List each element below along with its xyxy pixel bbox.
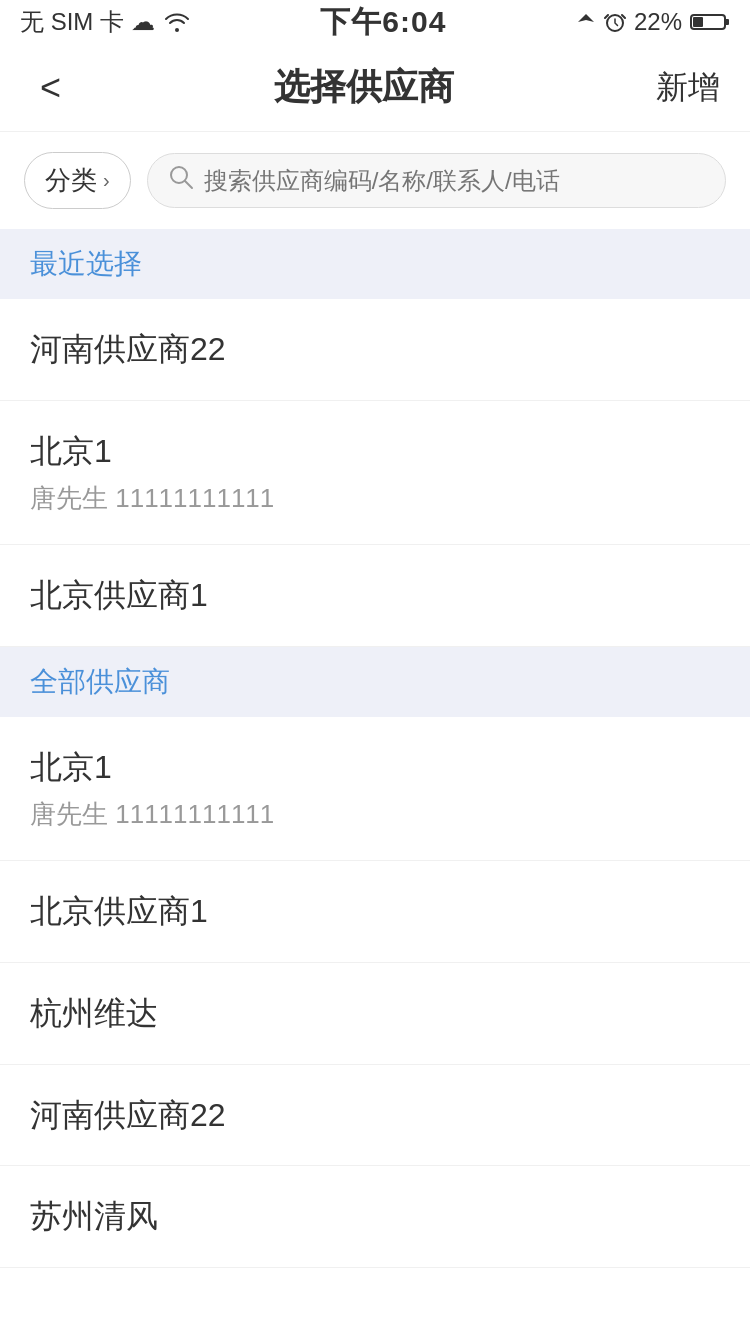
category-label: 分类 bbox=[45, 163, 97, 198]
search-box bbox=[147, 153, 726, 208]
svg-rect-2 bbox=[693, 17, 703, 27]
svg-rect-3 bbox=[725, 19, 729, 25]
list-item[interactable]: 河南供应商22 bbox=[0, 299, 750, 401]
list-item[interactable]: 北京供应商1 bbox=[0, 861, 750, 963]
status-right: 22% bbox=[576, 8, 730, 36]
no-sim-text: 无 SIM 卡 ☁ bbox=[20, 6, 155, 38]
back-button[interactable]: < bbox=[30, 57, 71, 119]
page-title: 选择供应商 bbox=[274, 63, 454, 112]
status-left: 无 SIM 卡 ☁ bbox=[20, 6, 191, 38]
item-name: 北京1 bbox=[30, 745, 720, 790]
list-item[interactable]: 北京1 唐先生 11111111111 bbox=[0, 717, 750, 861]
add-button[interactable]: 新增 bbox=[656, 66, 720, 110]
list-item[interactable]: 杭州维达 bbox=[0, 963, 750, 1065]
battery-icon bbox=[690, 12, 730, 32]
item-name: 杭州维达 bbox=[30, 991, 720, 1036]
recent-items-list: 河南供应商22 北京1 唐先生 11111111111 北京供应商1 bbox=[0, 299, 750, 647]
category-filter-button[interactable]: 分类 › bbox=[24, 152, 131, 209]
item-name: 河南供应商22 bbox=[30, 1093, 720, 1138]
search-icon bbox=[168, 164, 194, 197]
filter-bar: 分类 › bbox=[0, 132, 750, 229]
item-name: 北京供应商1 bbox=[30, 573, 720, 618]
search-input[interactable] bbox=[204, 167, 705, 195]
status-time: 下午6:04 bbox=[320, 2, 446, 43]
recent-section-header: 最近选择 bbox=[0, 229, 750, 299]
item-name: 河南供应商22 bbox=[30, 327, 720, 372]
item-name: 北京1 bbox=[30, 429, 720, 474]
list-item[interactable]: 河南供应商22 bbox=[0, 1065, 750, 1167]
all-items-list: 北京1 唐先生 11111111111 北京供应商1 杭州维达河南供应商22 苏州清风 bbox=[0, 717, 750, 1268]
list-item[interactable]: 北京供应商1 bbox=[0, 545, 750, 647]
item-name: 苏州清风 bbox=[30, 1194, 720, 1239]
all-section-header: 全部供应商 bbox=[0, 647, 750, 717]
battery-text: 22% bbox=[634, 8, 682, 36]
nav-bar: < 选择供应商 新增 bbox=[0, 44, 750, 132]
item-sub: 唐先生 11111111111 bbox=[30, 480, 720, 516]
item-sub: 唐先生 11111111111 bbox=[30, 796, 720, 832]
list-item[interactable]: 苏州清风 bbox=[0, 1166, 750, 1268]
item-name: 北京供应商1 bbox=[30, 889, 720, 934]
alarm-icon bbox=[604, 11, 626, 33]
list-item[interactable]: 北京1 唐先生 11111111111 bbox=[0, 401, 750, 545]
location-icon bbox=[576, 12, 596, 32]
chevron-right-icon: › bbox=[103, 169, 110, 192]
status-bar: 无 SIM 卡 ☁ 下午6:04 22% bbox=[0, 0, 750, 44]
wifi-icon bbox=[163, 12, 191, 32]
